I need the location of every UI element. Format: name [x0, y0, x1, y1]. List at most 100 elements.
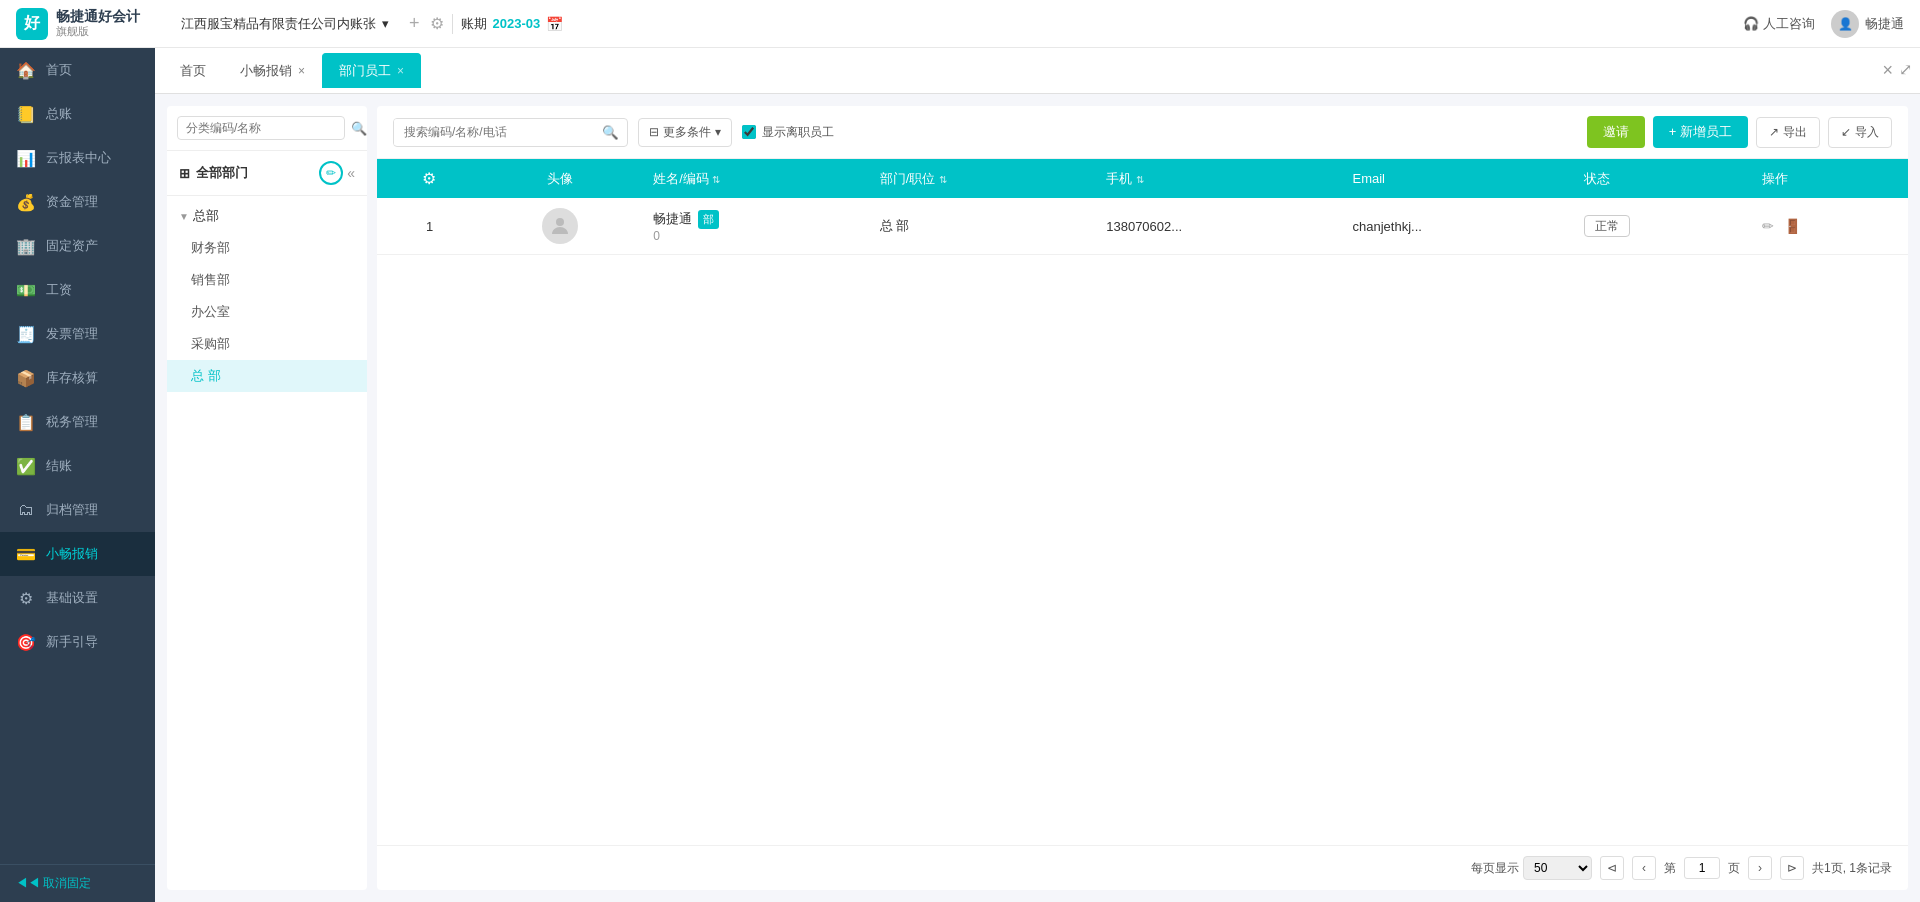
- employee-table: ⚙ 头像 姓名/编码 ⇅ 部门/职位 ⇅: [377, 159, 1908, 255]
- sidebar-item-salary[interactable]: 💵 工资: [0, 268, 155, 312]
- sidebar-label-tax: 税务管理: [46, 413, 98, 431]
- sidebar-item-guide[interactable]: 🎯 新手引导: [0, 620, 155, 664]
- dept-edit-button[interactable]: ✏: [319, 161, 343, 185]
- sidebar-item-reports[interactable]: 📊 云报表中心: [0, 136, 155, 180]
- col-name[interactable]: 姓名/编码 ⇅: [637, 159, 864, 198]
- left-panel: 🔍 ⊞ 全部部门 ✏ « ▼: [167, 106, 367, 890]
- headset-icon: 🎧: [1743, 16, 1759, 31]
- sidebar-item-settings[interactable]: ⚙ 基础设置: [0, 576, 155, 620]
- sidebar-label-settings: 基础设置: [46, 589, 98, 607]
- settings-sidebar-icon: ⚙: [16, 588, 36, 608]
- funds-icon: 💰: [16, 192, 36, 212]
- invite-button[interactable]: 邀请: [1587, 116, 1645, 148]
- calendar-icon[interactable]: 📅: [546, 16, 563, 32]
- sidebar-item-invoice[interactable]: 🧾 发票管理: [0, 312, 155, 356]
- dept-item-purchasing[interactable]: 采购部: [167, 328, 367, 360]
- show-resigned-checkbox[interactable]: 显示离职员工: [742, 124, 834, 141]
- avatar-cell: [498, 208, 621, 244]
- add-company-button[interactable]: +: [409, 13, 420, 34]
- employee-search-input[interactable]: [394, 119, 594, 145]
- row-name: 畅捷通 部 0: [637, 198, 864, 255]
- delete-button[interactable]: 🚪: [1784, 218, 1801, 234]
- tab-department[interactable]: 部门员工 ×: [322, 53, 421, 88]
- grid-icon: ⊞: [179, 166, 190, 181]
- edit-button[interactable]: ✏: [1762, 218, 1774, 234]
- dept-item-finance[interactable]: 财务部: [167, 232, 367, 264]
- col-actions: 操作: [1746, 159, 1908, 198]
- sidebar-item-assets[interactable]: 🏢 固定资产: [0, 224, 155, 268]
- toolbar-right: 邀请 + 新增员工 ↗ 导出 ↙ 导入: [1587, 116, 1892, 148]
- sidebar-item-home[interactable]: 🏠 首页: [0, 48, 155, 92]
- pagination: 每页显示 50 100 200 ⊲ ‹ 第 页 ›: [377, 845, 1908, 890]
- total-records: 共1页, 1条记录: [1812, 860, 1892, 877]
- dept-parent-hq[interactable]: ▼ 总部: [167, 200, 367, 232]
- col-settings[interactable]: ⚙: [377, 159, 482, 198]
- dept-parent-label: 总部: [193, 207, 219, 225]
- export-button[interactable]: ↗ 导出: [1756, 117, 1820, 148]
- col-settings-icon[interactable]: ⚙: [422, 170, 436, 187]
- dept-collapse-button[interactable]: «: [347, 165, 355, 181]
- user-info[interactable]: 👤 畅捷通: [1831, 10, 1904, 38]
- settings-icon[interactable]: ⚙: [430, 14, 444, 33]
- tab-department-close[interactable]: ×: [397, 64, 404, 78]
- home-icon: 🏠: [16, 60, 36, 80]
- dept-search-input[interactable]: [177, 116, 345, 140]
- row-status: 正常: [1568, 198, 1746, 255]
- close-account-icon: ✅: [16, 456, 36, 476]
- tab-close-window[interactable]: ×: [1882, 60, 1893, 81]
- sidebar-item-expense[interactable]: 💳 小畅报销: [0, 532, 155, 576]
- dept-tree: ▼ 总部 财务部 销售部 办公室 采购部 总 部: [167, 196, 367, 890]
- toolbar: 🔍 ⊟ 更多条件 ▾ 显示离职员工 邀请 +: [377, 106, 1908, 159]
- sidebar-unpin-button[interactable]: ◀◀ 取消固定: [0, 864, 155, 902]
- next-page-button[interactable]: ›: [1748, 856, 1772, 880]
- sidebar-footer-label: ◀◀ 取消固定: [16, 875, 91, 892]
- company-selector[interactable]: 江西服宝精品有限责任公司内账张 ▾: [171, 11, 399, 37]
- import-button[interactable]: ↙ 导入: [1828, 117, 1892, 148]
- main-area: 🏠 首页 📒 总账 📊 云报表中心 💰 资金管理 🏢 固定资产: [0, 48, 1920, 902]
- per-page-select: 每页显示 50 100 200: [1471, 856, 1592, 880]
- sidebar-label-salary: 工资: [46, 281, 72, 299]
- tab-home[interactable]: 首页: [163, 53, 223, 88]
- prev-page-button[interactable]: ‹: [1632, 856, 1656, 880]
- first-page-button[interactable]: ⊲: [1600, 856, 1624, 880]
- action-buttons: ✏ 🚪: [1762, 218, 1892, 234]
- sidebar-item-tax[interactable]: 📋 税务管理: [0, 400, 155, 444]
- tab-expand-window[interactable]: ⤢: [1899, 60, 1912, 81]
- col-dept[interactable]: 部门/职位 ⇅: [864, 159, 1091, 198]
- filter-label: 更多条件: [663, 124, 711, 141]
- sidebar-label-home: 首页: [46, 61, 72, 79]
- separator: [452, 14, 453, 34]
- filter-button[interactable]: ⊟ 更多条件 ▾: [638, 118, 732, 147]
- col-phone[interactable]: 手机 ⇅: [1090, 159, 1336, 198]
- tab-expense[interactable]: 小畅报销 ×: [223, 53, 322, 88]
- sidebar-label-archive: 归档管理: [46, 501, 98, 519]
- sidebar-item-inventory[interactable]: 📦 库存核算: [0, 356, 155, 400]
- user-name: 畅捷通: [1865, 15, 1904, 33]
- all-depts-button[interactable]: ⊞ 全部部门: [179, 164, 248, 182]
- show-resigned-input[interactable]: [742, 125, 756, 139]
- dept-item-general[interactable]: 总 部: [167, 360, 367, 392]
- svg-point-0: [556, 218, 564, 226]
- dept-item-office[interactable]: 办公室: [167, 296, 367, 328]
- add-employee-button[interactable]: + 新增员工: [1653, 116, 1748, 148]
- support-button[interactable]: 🎧 人工咨询: [1743, 15, 1815, 33]
- sidebar-item-close-account[interactable]: ✅ 结账: [0, 444, 155, 488]
- dept-item-sales[interactable]: 销售部: [167, 264, 367, 296]
- sidebar-scroll: 🏠 首页 📒 总账 📊 云报表中心 💰 资金管理 🏢 固定资产: [0, 48, 155, 864]
- employee-table-container: ⚙ 头像 姓名/编码 ⇅ 部门/职位 ⇅: [377, 159, 1908, 845]
- last-page-button[interactable]: ⊳: [1780, 856, 1804, 880]
- dept-search-icon[interactable]: 🔍: [351, 121, 367, 136]
- inventory-icon: 📦: [16, 368, 36, 388]
- sidebar-item-funds[interactable]: 💰 资金管理: [0, 180, 155, 224]
- per-page-dropdown[interactable]: 50 100 200: [1523, 856, 1592, 880]
- sidebar-item-archive[interactable]: 🗂 归档管理: [0, 488, 155, 532]
- tab-expense-close[interactable]: ×: [298, 64, 305, 78]
- avatar: 👤: [1831, 10, 1859, 38]
- employee-code: 0: [653, 229, 848, 243]
- page-number-input[interactable]: [1684, 857, 1720, 879]
- sidebar-item-ledger[interactable]: 📒 总账: [0, 92, 155, 136]
- logo-title: 畅捷通好会计: [56, 8, 140, 25]
- avatar-icon: [548, 214, 572, 238]
- employee-search-button[interactable]: 🔍: [594, 119, 627, 146]
- sidebar-label-invoice: 发票管理: [46, 325, 98, 343]
